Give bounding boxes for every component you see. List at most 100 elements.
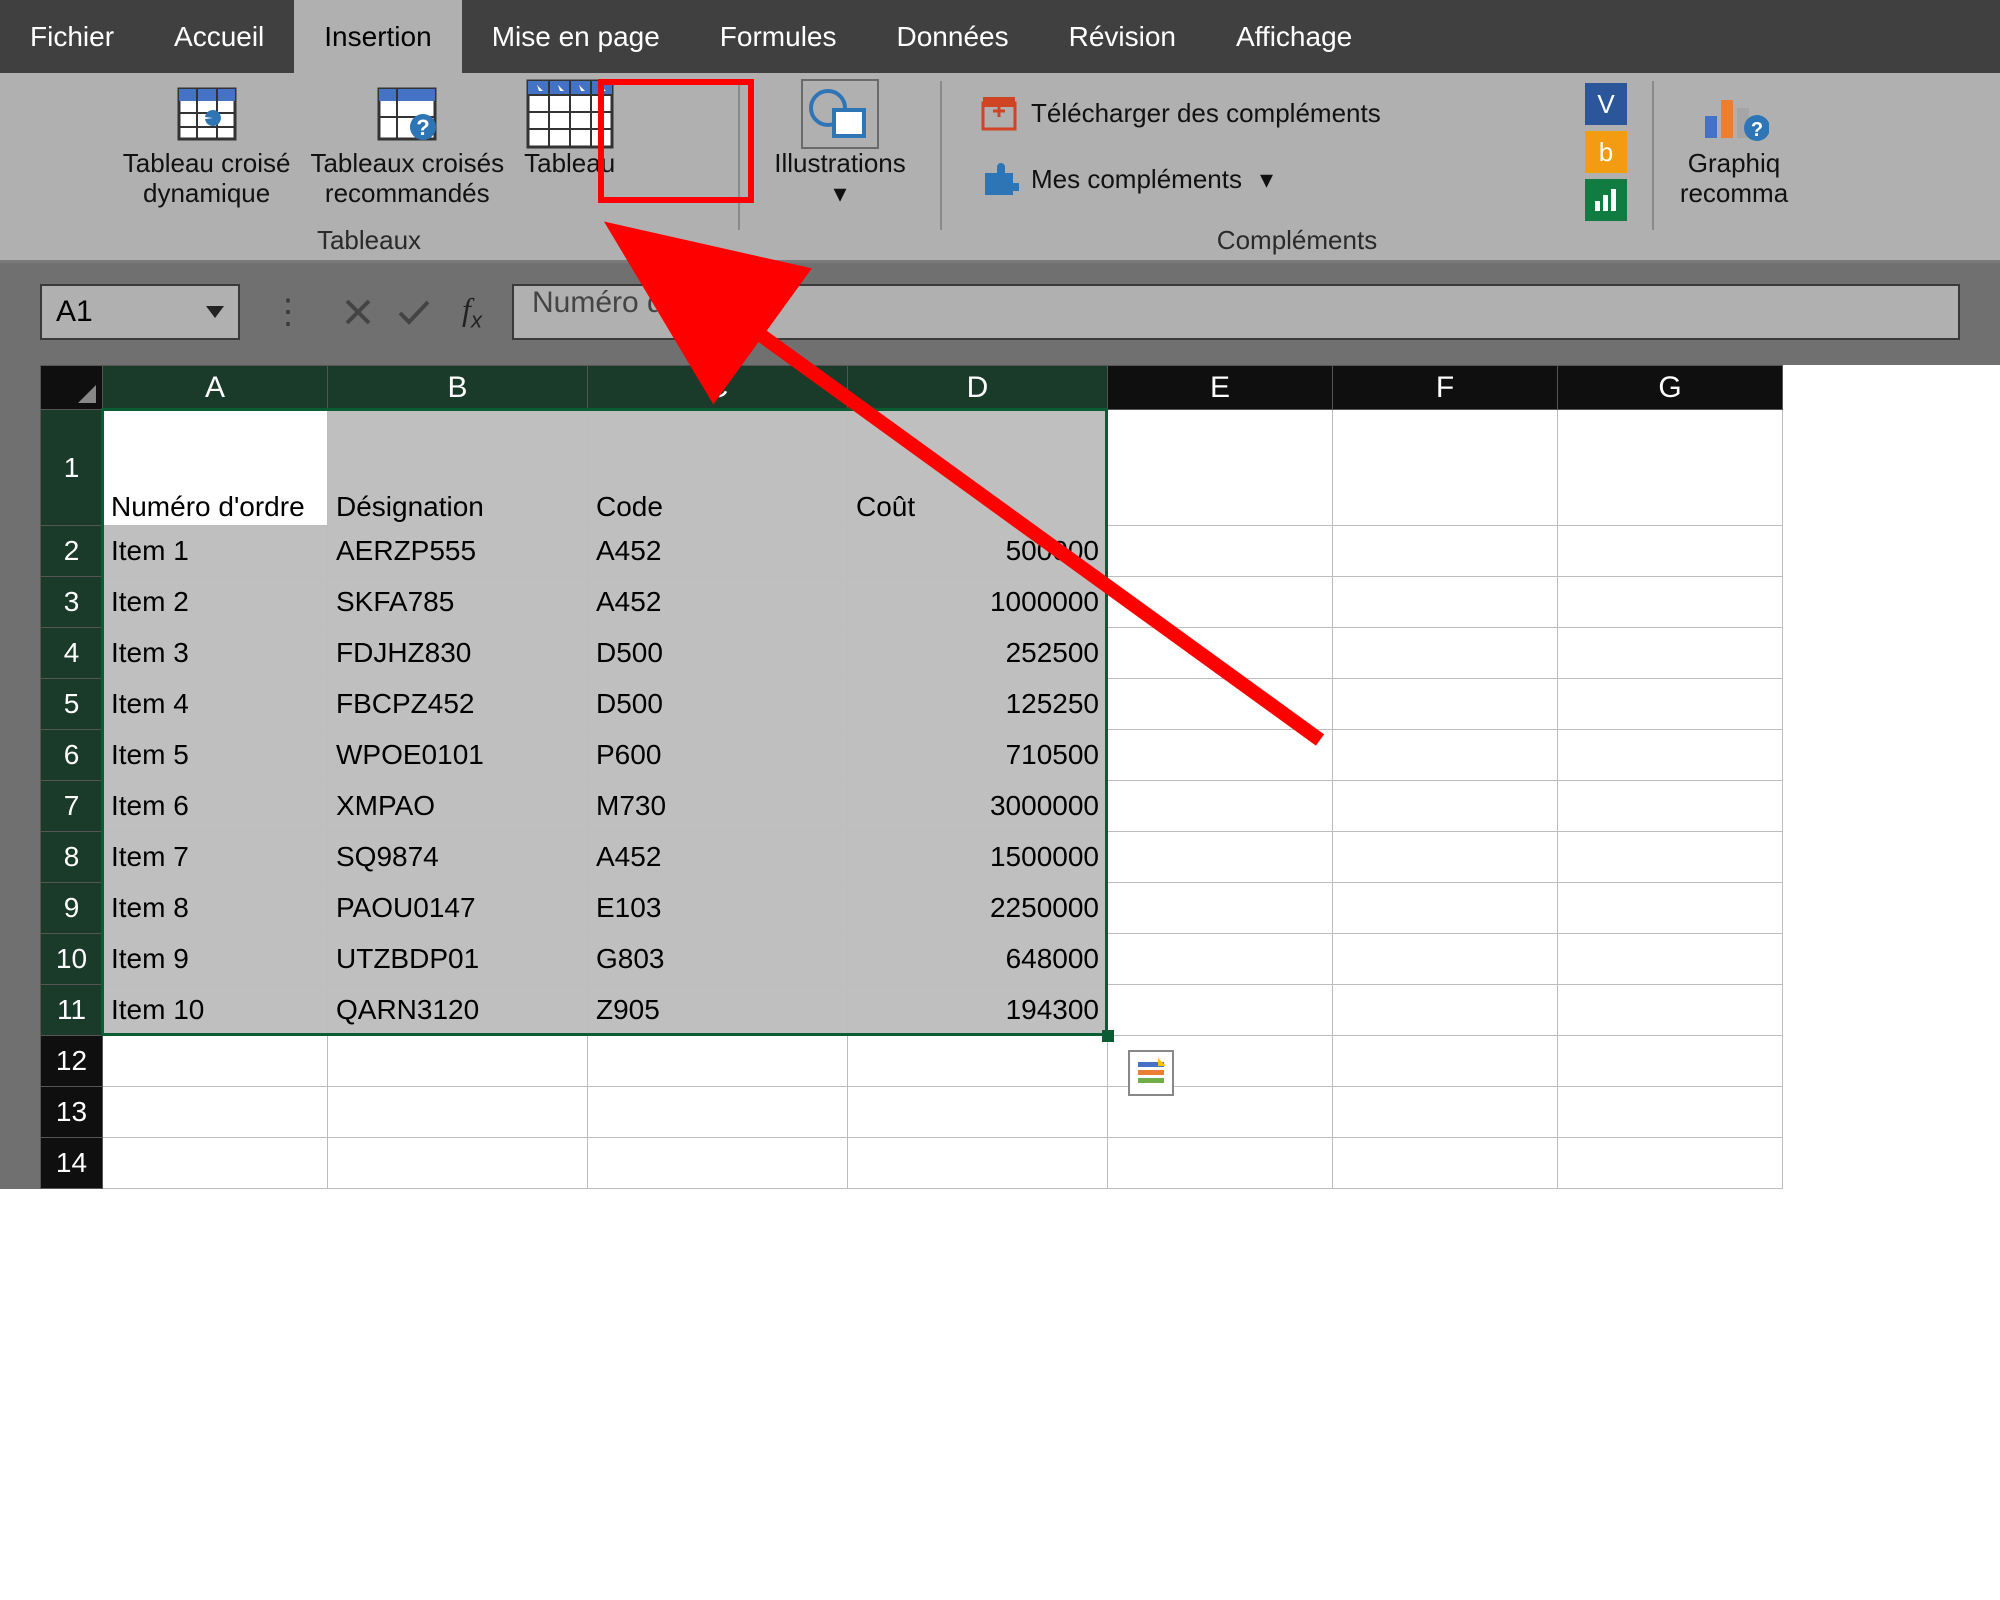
column-header[interactable]: G xyxy=(1558,366,1783,410)
column-header[interactable]: B xyxy=(328,366,588,410)
cell[interactable] xyxy=(1333,1138,1558,1189)
recommended-charts-button[interactable]: ? Graphiq recomma xyxy=(1670,73,1798,209)
column-header[interactable]: E xyxy=(1108,366,1333,410)
cell[interactable]: Numéro d'ordre xyxy=(103,410,328,526)
cell[interactable] xyxy=(1333,1087,1558,1138)
tab-fichier[interactable]: Fichier xyxy=(0,0,144,73)
row-header[interactable]: 8 xyxy=(41,832,103,883)
cell[interactable] xyxy=(1558,934,1783,985)
cell[interactable]: Coût xyxy=(848,410,1108,526)
chevron-down-icon[interactable] xyxy=(206,306,224,318)
cell[interactable]: SQ9874 xyxy=(328,832,588,883)
cell[interactable]: Désignation xyxy=(328,410,588,526)
cell[interactable]: Item 2 xyxy=(103,577,328,628)
cell[interactable] xyxy=(1108,934,1333,985)
tab-affichage[interactable]: Affichage xyxy=(1206,0,1382,73)
tab-formules[interactable]: Formules xyxy=(690,0,867,73)
cell[interactable]: SKFA785 xyxy=(328,577,588,628)
row-header[interactable]: 2 xyxy=(41,526,103,577)
cell[interactable] xyxy=(103,1087,328,1138)
cell[interactable] xyxy=(1333,832,1558,883)
column-header[interactable]: A xyxy=(103,366,328,410)
selection-fill-handle[interactable] xyxy=(1102,1030,1114,1042)
cell[interactable] xyxy=(1333,526,1558,577)
cell[interactable]: Item 9 xyxy=(103,934,328,985)
table-button[interactable]: Tableau xyxy=(514,73,625,179)
visio-addin-tile[interactable]: V xyxy=(1585,83,1627,125)
cell[interactable] xyxy=(848,1036,1108,1087)
cell[interactable] xyxy=(1558,679,1783,730)
cell[interactable]: 710500 xyxy=(848,730,1108,781)
tab-donnees[interactable]: Données xyxy=(867,0,1039,73)
cell[interactable] xyxy=(1333,985,1558,1036)
cell[interactable]: 1000000 xyxy=(848,577,1108,628)
people-graph-tile[interactable] xyxy=(1585,179,1627,221)
row-header[interactable]: 11 xyxy=(41,985,103,1036)
spreadsheet-grid[interactable]: ABCDEFG1Numéro d'ordreDésignationCodeCoû… xyxy=(40,365,1783,1189)
fx-button[interactable]: fx xyxy=(442,291,502,333)
cell[interactable] xyxy=(1333,934,1558,985)
cell[interactable] xyxy=(1558,781,1783,832)
cell[interactable] xyxy=(1333,883,1558,934)
cell[interactable]: QARN3120 xyxy=(328,985,588,1036)
cell[interactable]: A452 xyxy=(588,526,848,577)
cell[interactable] xyxy=(1558,730,1783,781)
row-header[interactable]: 7 xyxy=(41,781,103,832)
cell[interactable]: UTZBDP01 xyxy=(328,934,588,985)
cell[interactable] xyxy=(1108,781,1333,832)
cell[interactable]: G803 xyxy=(588,934,848,985)
tab-mise-en-page[interactable]: Mise en page xyxy=(462,0,690,73)
cell[interactable]: Item 4 xyxy=(103,679,328,730)
cell[interactable]: Item 6 xyxy=(103,781,328,832)
name-box[interactable]: A1 xyxy=(40,284,240,340)
cell[interactable] xyxy=(1108,730,1333,781)
formula-input[interactable]: Numéro d'ordre xyxy=(512,284,1960,340)
cell[interactable]: FDJHZ830 xyxy=(328,628,588,679)
tab-accueil[interactable]: Accueil xyxy=(144,0,294,73)
cell[interactable]: XMPAO xyxy=(328,781,588,832)
cell[interactable]: 3000000 xyxy=(848,781,1108,832)
select-all-corner[interactable] xyxy=(41,366,103,410)
cell[interactable] xyxy=(1108,410,1333,526)
cell[interactable] xyxy=(1108,679,1333,730)
cell[interactable]: Code xyxy=(588,410,848,526)
enter-formula-button[interactable] xyxy=(386,284,442,340)
row-header[interactable]: 4 xyxy=(41,628,103,679)
cell[interactable]: Item 8 xyxy=(103,883,328,934)
row-header[interactable]: 3 xyxy=(41,577,103,628)
cell[interactable] xyxy=(588,1087,848,1138)
cell[interactable]: 648000 xyxy=(848,934,1108,985)
cell[interactable] xyxy=(1333,679,1558,730)
cell[interactable] xyxy=(588,1036,848,1087)
cell[interactable] xyxy=(848,1138,1108,1189)
row-header[interactable]: 9 xyxy=(41,883,103,934)
illustrations-button[interactable]: Illustrations▾ xyxy=(764,73,916,209)
cell[interactable] xyxy=(1108,526,1333,577)
cell[interactable] xyxy=(1333,410,1558,526)
cell[interactable]: D500 xyxy=(588,679,848,730)
cell[interactable] xyxy=(103,1036,328,1087)
cell[interactable]: Item 1 xyxy=(103,526,328,577)
cell[interactable] xyxy=(1558,410,1783,526)
row-header[interactable]: 12 xyxy=(41,1036,103,1087)
row-header[interactable]: 13 xyxy=(41,1087,103,1138)
cell[interactable] xyxy=(848,1087,1108,1138)
my-addins-button[interactable]: Mes compléments ▾ xyxy=(967,153,1575,205)
cell[interactable]: 500000 xyxy=(848,526,1108,577)
cell[interactable] xyxy=(1558,883,1783,934)
cell[interactable]: 125250 xyxy=(848,679,1108,730)
cell[interactable]: FBCPZ452 xyxy=(328,679,588,730)
cell[interactable] xyxy=(328,1087,588,1138)
cell[interactable]: AERZP555 xyxy=(328,526,588,577)
cell[interactable] xyxy=(1333,1036,1558,1087)
cell[interactable] xyxy=(1333,577,1558,628)
row-header[interactable]: 6 xyxy=(41,730,103,781)
cell[interactable] xyxy=(1108,985,1333,1036)
row-header[interactable]: 1 xyxy=(41,410,103,526)
cell[interactable]: E103 xyxy=(588,883,848,934)
quick-analysis-button[interactable] xyxy=(1128,1050,1174,1096)
tab-revision[interactable]: Révision xyxy=(1039,0,1206,73)
cell[interactable] xyxy=(1333,628,1558,679)
cell[interactable] xyxy=(328,1036,588,1087)
cell[interactable] xyxy=(1108,1138,1333,1189)
